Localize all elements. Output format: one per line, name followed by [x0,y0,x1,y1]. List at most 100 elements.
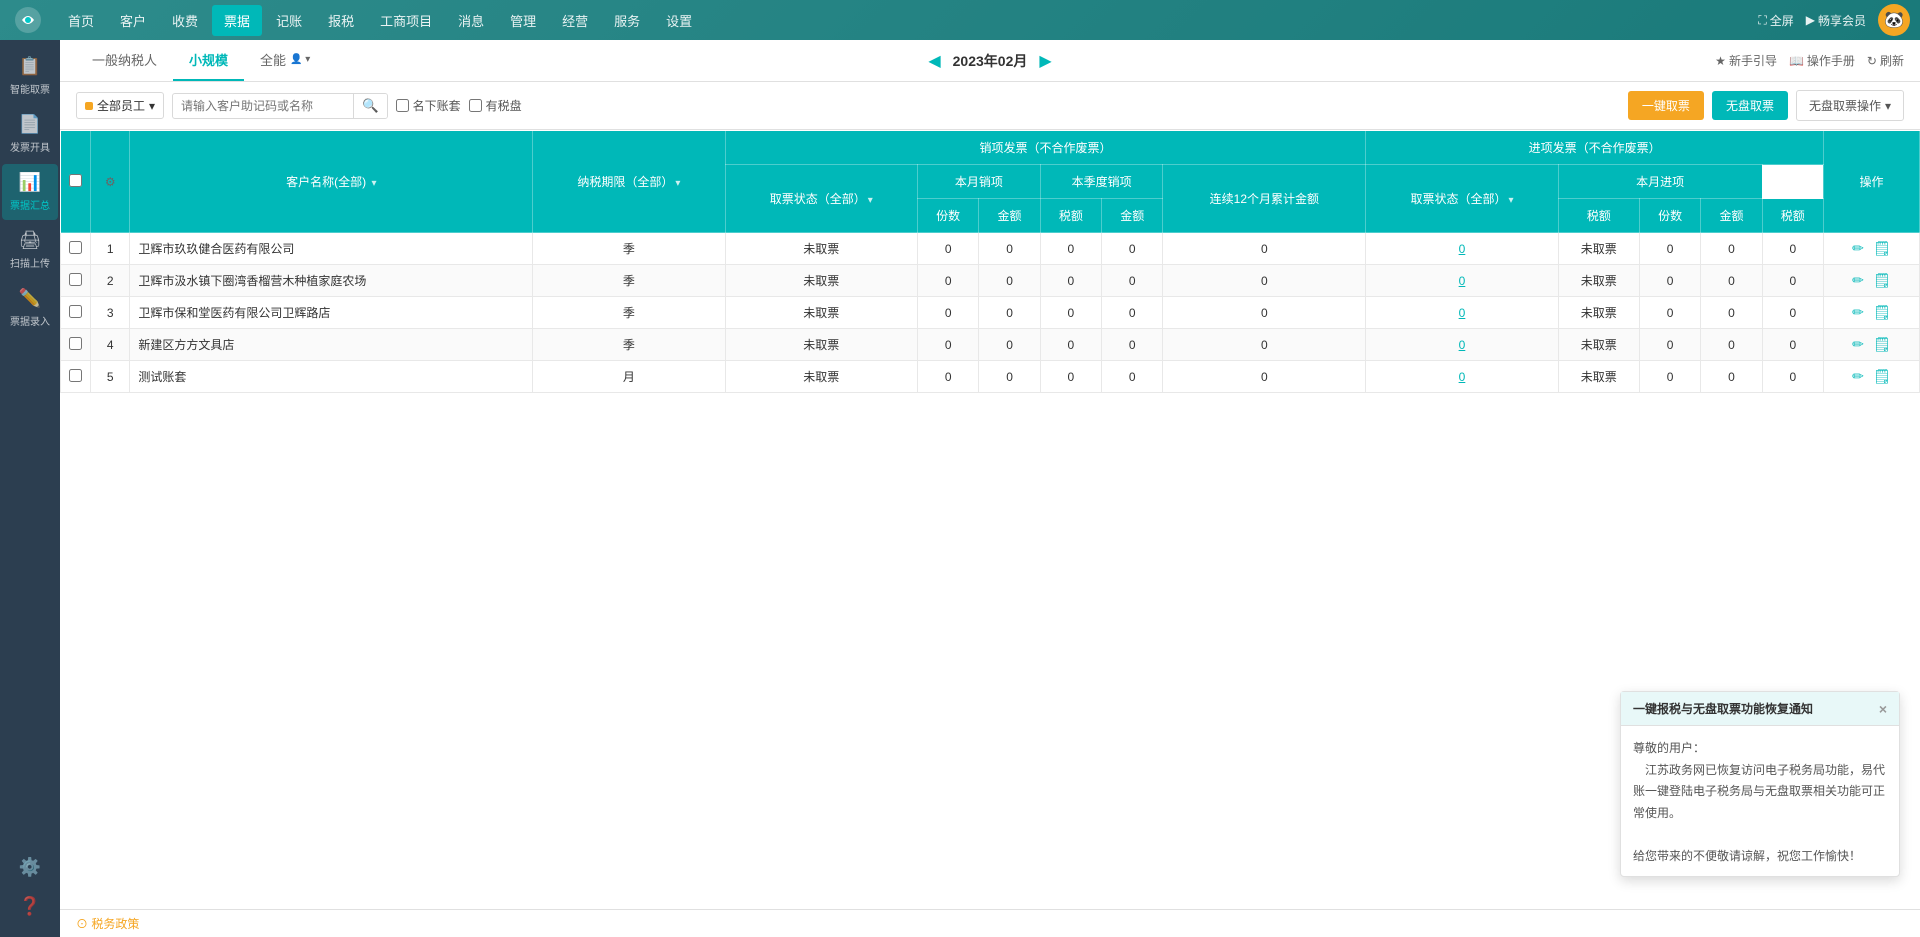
checkbox-tax-disk[interactable]: 有税盘 [469,97,522,114]
sidebar-item-smart-invoice[interactable]: 📋 智能取票 [2,48,58,104]
filter-name-icon[interactable]: ▾ [371,178,376,189]
detail-icon-2[interactable]: 🗒 [1873,304,1891,320]
detail-icon-3[interactable]: 🗒 [1873,336,1891,352]
fullscreen-btn[interactable]: ⛶ 全屏 [1758,12,1793,29]
period-next-btn[interactable]: ▶ [1039,51,1051,71]
chevron-down-icon: ▾ [1885,99,1891,113]
search-button[interactable]: 🔍 [353,94,387,118]
checkbox-account[interactable]: 名下账套 [396,97,461,114]
nav-menu: 首页 客户 收费 票据 记账 报税 工商项目 消息 管理 经营 服务 设置 [56,5,1758,36]
employee-select[interactable]: 全部员工 ▾ [76,92,164,119]
edit-icon-4[interactable]: ✏ [1852,368,1864,384]
edit-icon-1[interactable]: ✏ [1852,272,1864,288]
entry-icon: ✏️ [19,288,41,309]
user-avatar[interactable]: 🐼 [1878,4,1910,36]
sidebar-item-scan[interactable]: 🖨 扫描上传 [2,222,58,278]
row-checkbox-cell [61,329,91,361]
row-purchase-month-tax-1: 0 [1762,265,1823,297]
row-sales-season-amount-2: 0 [1102,297,1163,329]
notification-closing: 给您带来的不便敬请谅解，祝您工作愉快！ [1633,846,1887,868]
detail-icon-1[interactable]: 🗒 [1873,272,1891,288]
row-sales-month-count-2: 0 [918,297,979,329]
tab-all[interactable]: 全能 👤 ▾ [244,40,326,81]
nav-home[interactable]: 首页 [56,5,106,36]
nav-settings[interactable]: 设置 [654,5,704,36]
row-checkbox-1[interactable] [69,273,82,286]
tab-general-taxpayer[interactable]: 一般纳税人 [76,40,173,81]
row-checkbox-3[interactable] [69,337,82,350]
th-settings-col: ⚙ [91,131,130,233]
detail-icon-0[interactable]: 🗒 [1873,240,1891,256]
row-sales-season-tax-4: 0 [1163,361,1366,393]
filter-sales-status-icon[interactable]: ▾ [868,195,873,206]
row-actions-0: ✏ 🗒 [1823,233,1919,265]
nav-management[interactable]: 管理 [498,5,548,36]
sidebar-item-summary[interactable]: 📊 票据汇总 [2,164,58,220]
row-sales-month-tax-2: 0 [1040,297,1101,329]
search-container: 🔍 [172,93,388,119]
row-sales-month-count-0: 0 [918,233,979,265]
row-actions-3: ✏ 🗒 [1823,329,1919,361]
sidebar-item-help[interactable]: ❓ [2,888,58,925]
nav-tax[interactable]: 报税 [316,5,366,36]
row-purchase-month-amount-2: 0 [1701,297,1762,329]
diskless-operation-btn[interactable]: 无盘取票操作 ▾ [1796,90,1904,121]
row-name-0: 卫辉市玖玖健合医药有限公司 [130,233,533,265]
notification-close-btn[interactable]: × [1879,701,1887,717]
sidebar-label-smart: 智能取票 [10,81,50,96]
notification-text: 尊敬的用户： [1633,738,1887,760]
nav-accounting[interactable]: 记账 [264,5,314,36]
vip-btn[interactable]: ▶ 畅享会员 [1806,12,1866,29]
sidebar-item-settings-bottom[interactable]: ⚙️ [2,849,58,886]
refresh-btn[interactable]: ↻ 刷新 [1867,52,1904,69]
row-12month-1: 0 [1366,265,1558,297]
edit-icon-3[interactable]: ✏ [1852,336,1864,352]
sidebar-label-entry: 票据录入 [10,313,50,328]
row-checkbox-cell [61,361,91,393]
period-prev-btn[interactable]: ◀ [928,51,940,71]
table-settings-icon[interactable]: ⚙ [105,175,116,189]
row-checkbox-4[interactable] [69,369,82,382]
edit-icon-2[interactable]: ✏ [1852,304,1864,320]
row-checkbox-2[interactable] [69,305,82,318]
th-12month: 连续12个月累计金额 [1163,165,1366,233]
diskless-invoice-btn[interactable]: 无盘取票 [1712,91,1788,120]
period-display: 2023年02月 [953,51,1028,71]
nav-client[interactable]: 客户 [108,5,158,36]
filter-purchase-status-icon[interactable]: ▾ [1508,195,1513,206]
one-click-invoice-btn[interactable]: 一键取票 [1628,91,1704,120]
edit-icon-0[interactable]: ✏ [1852,240,1864,256]
row-sales-month-amount-2: 0 [979,297,1040,329]
tax-policy-link[interactable]: ⊙ 税务政策 [76,915,139,932]
row-sales-month-tax-4: 0 [1040,361,1101,393]
search-input[interactable] [173,95,353,117]
nav-fee[interactable]: 收费 [160,5,210,36]
nav-message[interactable]: 消息 [446,5,496,36]
th-purchase-group: 进项发票（不合作废票） [1366,131,1824,165]
nav-business[interactable]: 工商项目 [368,5,444,36]
row-checkbox-cell [61,297,91,329]
nav-operation[interactable]: 经营 [550,5,600,36]
sidebar-item-open-invoice[interactable]: 📄 发票开具 [2,106,58,162]
tab-small-scale[interactable]: 小规模 [173,40,244,81]
account-checkbox[interactable] [396,99,409,112]
tax-disk-checkbox[interactable] [469,99,482,112]
row-12month-0: 0 [1366,233,1558,265]
manual-btn[interactable]: 📖 操作手册 [1789,52,1855,69]
smart-invoice-icon: 📋 [19,56,41,77]
nav-service[interactable]: 服务 [602,5,652,36]
select-all-checkbox[interactable] [69,174,82,187]
th-sales-season-amount: 金额 [1102,199,1163,233]
detail-icon-4[interactable]: 🗒 [1873,368,1891,384]
nav-invoice[interactable]: 票据 [212,5,262,36]
sidebar-item-entry[interactable]: ✏️ 票据录入 [2,280,58,336]
filter-period-icon[interactable]: ▾ [675,178,680,189]
notification-title: 一键报税与无盘取票功能恢复通知 [1633,700,1813,717]
guide-btn[interactable]: ★ 新手引导 [1715,52,1777,69]
row-sales-status-4: 未取票 [725,361,917,393]
row-sales-season-amount-1: 0 [1102,265,1163,297]
row-purchase-month-tax-0: 0 [1762,233,1823,265]
app-logo [10,2,46,38]
row-checkbox-0[interactable] [69,241,82,254]
row-sales-month-amount-4: 0 [979,361,1040,393]
